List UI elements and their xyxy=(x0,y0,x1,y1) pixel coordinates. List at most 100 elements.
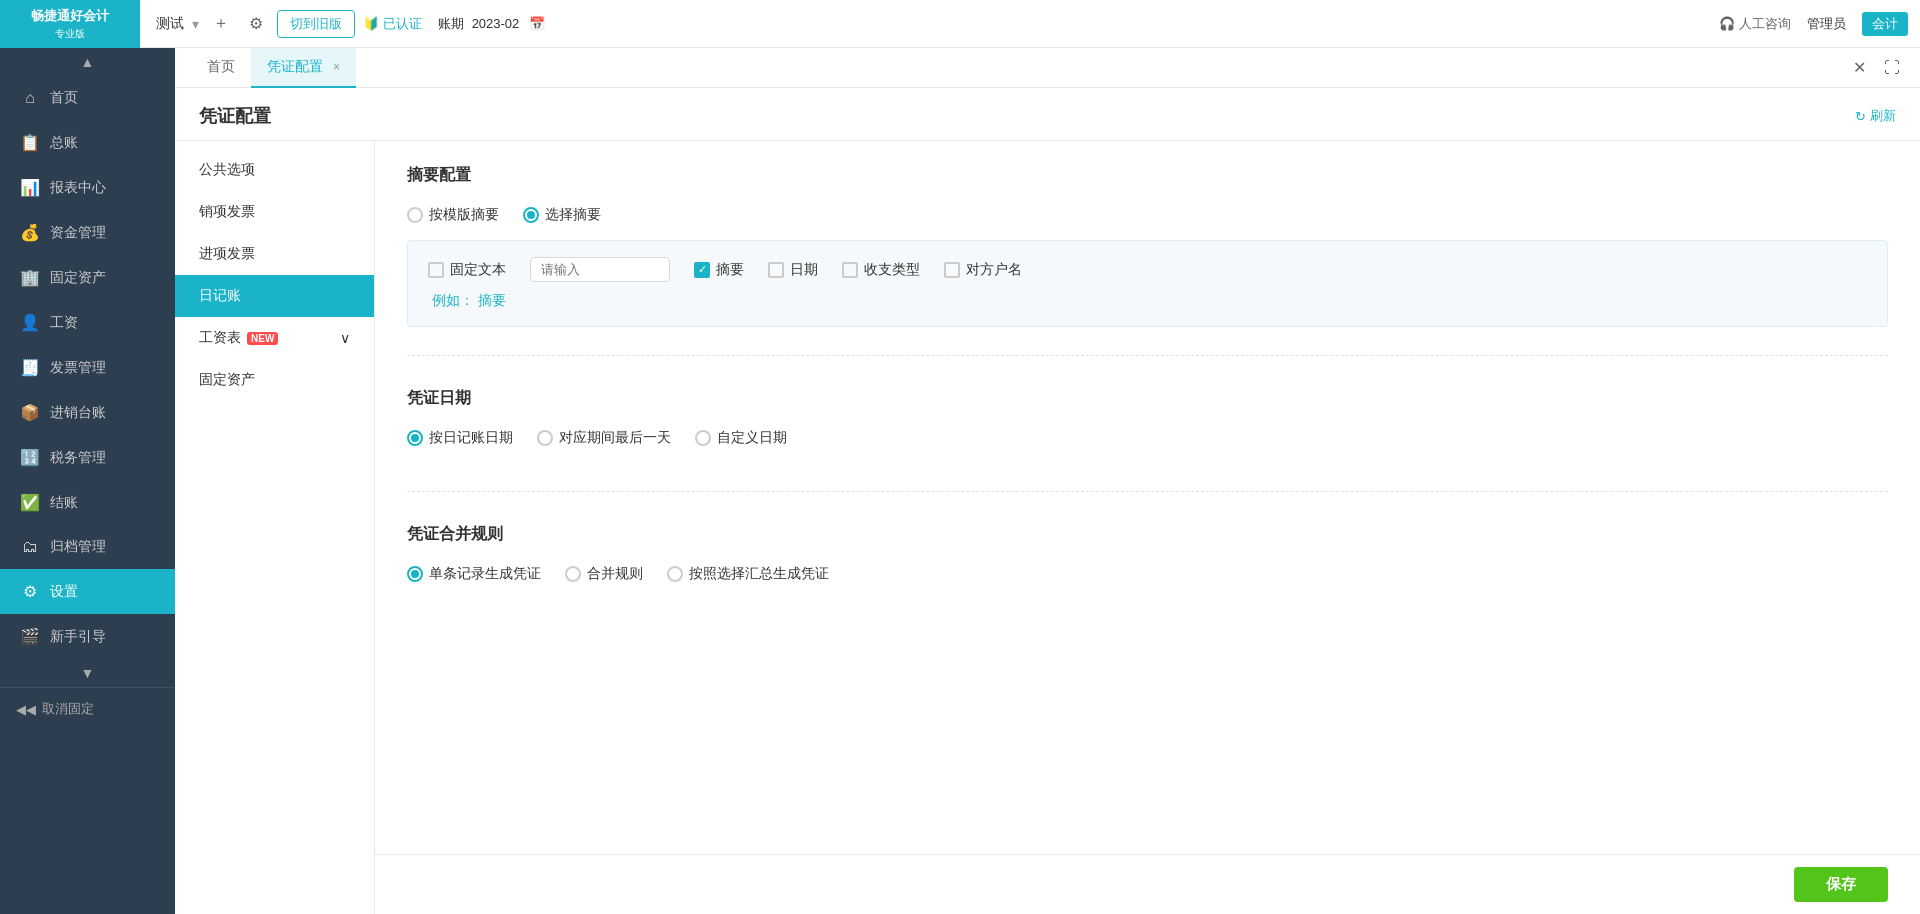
summary-title: 摘要配置 xyxy=(407,165,1888,186)
radio-journal-date[interactable]: 按日记账日期 xyxy=(407,429,513,447)
logo-line2: 专业版 xyxy=(55,27,85,41)
fullscreen-button[interactable]: ⛶ xyxy=(1880,55,1904,81)
close-period-icon: ✅ xyxy=(20,493,40,512)
sidebar-item-settings[interactable]: ⚙ 设置 xyxy=(0,569,175,614)
radio-period-last-day[interactable]: 对应期间最后一天 xyxy=(537,429,671,447)
add-button[interactable]: ＋ xyxy=(207,9,235,38)
right-content: 摘要配置 按模版摘要 选择摘要 xyxy=(375,141,1920,854)
sidebar-item-home[interactable]: ⌂ 首页 xyxy=(0,76,175,120)
merge-rule-section: 凭证合并规则 单条记录生成凭证 合并规则 xyxy=(407,524,1888,627)
custom-date-circle xyxy=(695,430,711,446)
left-nav: 公共选项 销项发票 进项发票 日记账 工资表 NEW ∨ xyxy=(175,141,375,914)
sidebar-item-close[interactable]: ✅ 结账 xyxy=(0,480,175,525)
service-button[interactable]: 🎧 人工咨询 xyxy=(1719,15,1791,33)
counterparty-label: 对方户名 xyxy=(966,261,1022,279)
sidebar-item-cashflow[interactable]: 💰 资金管理 xyxy=(0,210,175,255)
checkbox-date[interactable]: 日期 xyxy=(768,261,818,279)
sidebar-item-invoice[interactable]: 🧾 发票管理 xyxy=(0,345,175,390)
sidebar-label-trade: 进销台账 xyxy=(50,404,106,422)
ledger-icon: 📋 xyxy=(20,133,40,152)
switch-version-button[interactable]: 切到旧版 xyxy=(277,10,355,38)
journal-date-label: 按日记账日期 xyxy=(429,429,513,447)
tab-voucher-label: 凭证配置 xyxy=(267,58,323,76)
summary-radio-template[interactable]: 按模版摘要 xyxy=(407,206,499,224)
merge-rule-label: 合并规则 xyxy=(587,565,643,583)
tabbar: 首页 凭证配置 × ✕ ⛶ xyxy=(175,48,1920,88)
summary-section: 摘要配置 按模版摘要 选择摘要 xyxy=(407,165,1888,356)
sidebar-scroll-up[interactable]: ▲ xyxy=(0,48,175,76)
sidebar-item-archive[interactable]: 🗂 归档管理 xyxy=(0,525,175,569)
checkbox-fixed-text[interactable]: 固定文本 xyxy=(428,261,506,279)
sidebar-item-tax[interactable]: 🔢 税务管理 xyxy=(0,435,175,480)
radio-select-circle xyxy=(523,207,539,223)
tab-voucher-config[interactable]: 凭证配置 × xyxy=(251,48,356,88)
payroll-icon: 👤 xyxy=(20,313,40,332)
radio-custom-date[interactable]: 自定义日期 xyxy=(695,429,787,447)
sidebar-item-report[interactable]: 📊 报表中心 xyxy=(0,165,175,210)
company-name: 测试 xyxy=(156,15,184,33)
tab-close-icon[interactable]: × xyxy=(333,60,340,74)
sidebar-item-guide[interactable]: 🎬 新手引导 xyxy=(0,614,175,659)
date-checkbox xyxy=(768,262,784,278)
inner-layout: 公共选项 销项发票 进项发票 日记账 工资表 NEW ∨ xyxy=(175,141,1920,914)
sidebar-item-trade[interactable]: 📦 进销台账 xyxy=(0,390,175,435)
left-nav-journal[interactable]: 日记账 xyxy=(175,275,374,317)
close-tab-button[interactable]: ✕ xyxy=(1849,54,1870,81)
voucher-date-title: 凭证日期 xyxy=(407,388,1888,409)
headset-icon: 🎧 xyxy=(1719,16,1735,31)
checkbox-summary[interactable]: ✓ 摘要 xyxy=(694,261,744,279)
radio-single-record[interactable]: 单条记录生成凭证 xyxy=(407,565,541,583)
company-dropdown-icon[interactable]: ▾ xyxy=(192,16,199,32)
summary-radio-select[interactable]: 选择摘要 xyxy=(523,206,601,224)
sidebar-item-assets[interactable]: 🏢 固定资产 xyxy=(0,255,175,300)
settings-icon-button[interactable]: ⚙ xyxy=(243,10,269,37)
radio-aggregate[interactable]: 按照选择汇总生成凭证 xyxy=(667,565,829,583)
checkbox-area: 固定文本 ✓ 摘要 日期 xyxy=(407,240,1888,327)
content-area: 首页 凭证配置 × ✕ ⛶ 凭证配置 ↻ 刷新 公共选项 xyxy=(175,48,1920,914)
sidebar-label-tax: 税务管理 xyxy=(50,449,106,467)
verified-badge: 🔰 已认证 xyxy=(363,15,422,33)
left-nav-purchase[interactable]: 进项发票 xyxy=(175,233,374,275)
sidebar-label-assets: 固定资产 xyxy=(50,269,106,287)
cancel-pin-button[interactable]: ◀◀ 取消固定 xyxy=(0,687,175,730)
left-nav-sales[interactable]: 销项发票 xyxy=(175,191,374,233)
calendar-icon[interactable]: 📅 xyxy=(529,16,545,31)
home-icon: ⌂ xyxy=(20,89,40,107)
sidebar-item-payroll[interactable]: 👤 工资 xyxy=(0,300,175,345)
period-last-day-circle xyxy=(537,430,553,446)
assets-icon: 🏢 xyxy=(20,268,40,287)
sidebar-label-guide: 新手引导 xyxy=(50,628,106,646)
checkbox-counterparty[interactable]: 对方户名 xyxy=(944,261,1022,279)
merge-rule-radio-group: 单条记录生成凭证 合并规则 按照选择汇总生成凭证 xyxy=(407,565,1888,583)
journal-date-circle xyxy=(407,430,423,446)
payroll-sheet-label: 工资表 xyxy=(199,329,241,347)
counterparty-checkbox xyxy=(944,262,960,278)
checkbox-cashflow-type[interactable]: 收支类型 xyxy=(842,261,920,279)
report-icon: 📊 xyxy=(20,178,40,197)
refresh-button[interactable]: ↻ 刷新 xyxy=(1855,107,1896,125)
sidebar-label-home: 首页 xyxy=(50,89,78,107)
bottom-bar: 保存 xyxy=(375,854,1920,914)
tab-home-label: 首页 xyxy=(207,58,235,76)
tab-home[interactable]: 首页 xyxy=(191,48,251,88)
guide-icon: 🎬 xyxy=(20,627,40,646)
trade-icon: 📦 xyxy=(20,403,40,422)
fixed-text-input[interactable] xyxy=(530,257,670,282)
radio-merge-rule[interactable]: 合并规则 xyxy=(565,565,643,583)
left-nav-fixed-assets[interactable]: 固定资产 xyxy=(175,359,374,401)
fixed-text-label: 固定文本 xyxy=(450,261,506,279)
sidebar-scroll-down[interactable]: ▼ xyxy=(0,659,175,687)
sidebar-label-ledger: 总账 xyxy=(50,134,78,152)
cashflow-icon: 💰 xyxy=(20,223,40,242)
role-badge[interactable]: 会计 xyxy=(1862,12,1908,36)
aggregate-label: 按照选择汇总生成凭证 xyxy=(689,565,829,583)
sidebar-label-archive: 归档管理 xyxy=(50,538,106,556)
left-nav-public[interactable]: 公共选项 xyxy=(175,149,374,191)
logo-line1: 畅捷通好会计 xyxy=(31,7,109,25)
topbar: 畅捷通好会计 专业版 测试 ▾ ＋ ⚙ 切到旧版 🔰 已认证 账期 2023-0… xyxy=(0,0,1920,48)
save-button[interactable]: 保存 xyxy=(1794,867,1888,902)
sidebar-label-invoice: 发票管理 xyxy=(50,359,106,377)
left-nav-payroll-sheet[interactable]: 工资表 NEW ∨ xyxy=(175,317,374,359)
sidebar-item-ledger[interactable]: 📋 总账 xyxy=(0,120,175,165)
period-last-day-label: 对应期间最后一天 xyxy=(559,429,671,447)
